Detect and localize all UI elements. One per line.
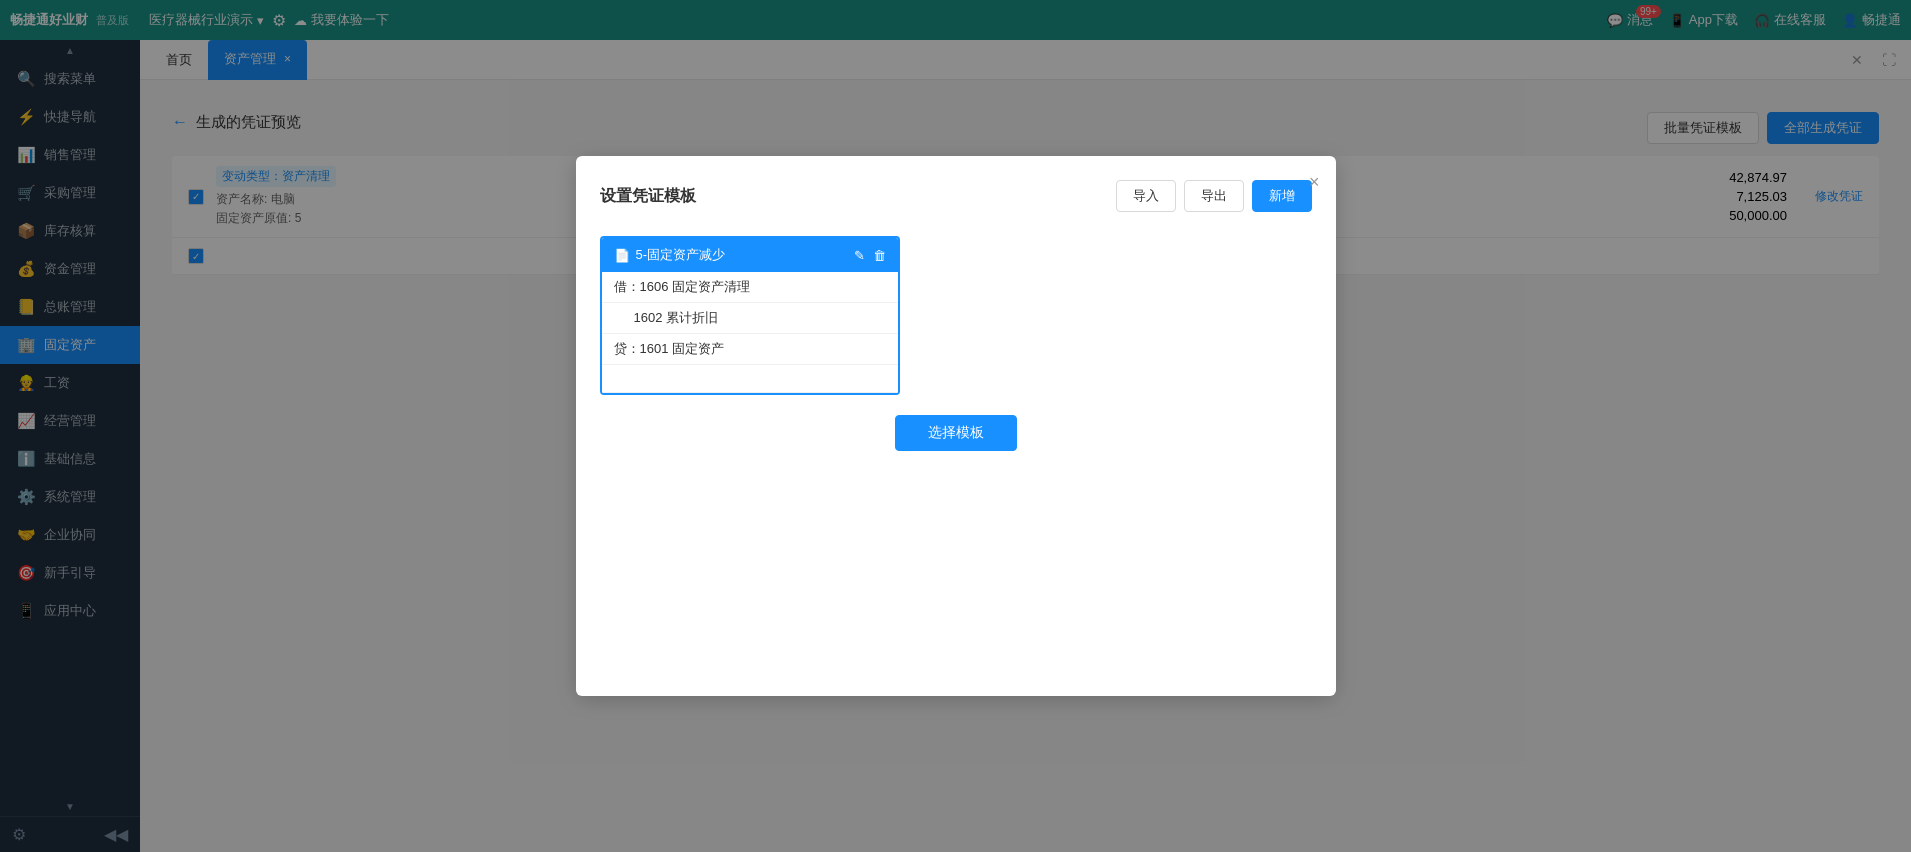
debit-row-1: 借：1606 固定资产清理 [602,272,898,303]
import-btn[interactable]: 导入 [1116,180,1176,212]
template-card-header: 📄 5-固定资产减少 ✎ 🗑 [602,238,898,272]
template-edit-icon[interactable]: ✎ [854,248,865,263]
content-area: 首页 资产管理 × ✕ ⛶ ← 生成的凭证预览 [140,40,1911,852]
modal-header-actions: 导入 导出 新增 [1116,180,1312,212]
new-btn[interactable]: 新增 [1252,180,1312,212]
debit-row-2: 1602 累计折旧 [602,303,898,334]
modal-close-btn[interactable]: × [1309,172,1320,193]
modal-header: 设置凭证模板 导入 导出 新增 [600,180,1312,212]
modal-title: 设置凭证模板 [600,186,696,207]
template-delete-icon[interactable]: 🗑 [873,248,886,263]
modal-dialog: 设置凭证模板 导入 导出 新增 × 📄 [576,156,1336,696]
select-template-section: 选择模板 [600,415,1312,451]
credit-row-1: 贷：1601 固定资产 [602,334,898,365]
template-card: 📄 5-固定资产减少 ✎ 🗑 借：1606 固定资产清理 [600,236,900,395]
template-doc-icon: 📄 [614,248,630,263]
main-body: ▲ 🔍 搜索菜单 ⚡ 快捷导航 📊 销售管理 🛒 采购管理 [0,40,1911,852]
template-name: 5-固定资产减少 [636,246,726,264]
template-empty-row [602,365,898,393]
template-card-body: 借：1606 固定资产清理 1602 累计折旧 贷：1601 固定资产 [602,272,898,393]
page-content: ← 生成的凭证预览 批量凭证模板 全部生成凭证 ✓ [140,80,1911,852]
select-template-btn[interactable]: 选择模板 [895,415,1017,451]
modal-overlay: 设置凭证模板 导入 导出 新增 × 📄 [140,80,1911,852]
export-btn[interactable]: 导出 [1184,180,1244,212]
